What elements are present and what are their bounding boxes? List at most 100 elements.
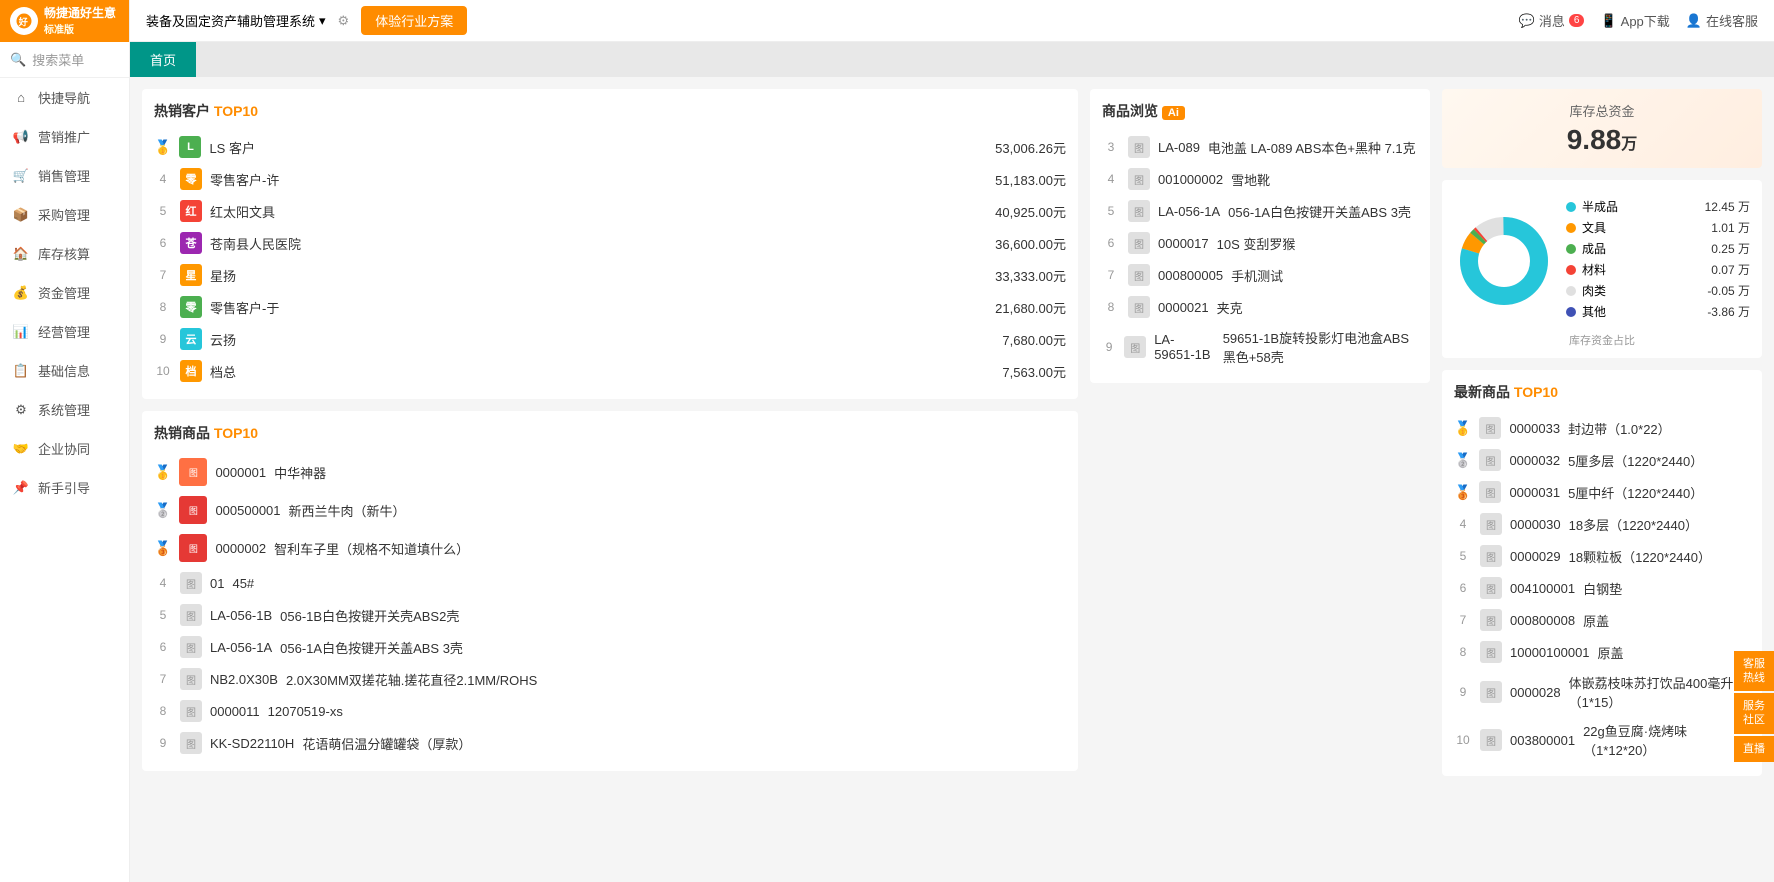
online-service-label: 在线客服 [1706,11,1758,30]
product-view-item: 9 图 LA-59651-1B 59651-1B旋转投影灯电池盒ABS黑色+58… [1102,323,1418,371]
rank-num: 4 [1102,172,1120,186]
basics-icon: 📋 [12,363,30,379]
customer-amount: 53,006.26元 [995,138,1066,157]
sidebar-nav: ⌂ 快捷导航 📢 营销推广 🛒 销售管理 📦 采购管理 🏠 库存核算 💰 资金管… [0,78,129,882]
product-view-item: 8 图 0000021 夹克 [1102,291,1418,323]
collab-icon: 🤝 [12,441,30,457]
product-code: 0000032 [1509,453,1560,468]
sidebar-item-quicknav[interactable]: ⌂ 快捷导航 [0,78,129,117]
rank-num: 4 [1454,517,1472,531]
product-code: 004100001 [1510,581,1575,596]
list-item: 7 星 星扬 33,333.00元 [154,259,1066,291]
logo-icon: 好 [10,7,38,35]
legend-value: 0.25 万 [1711,240,1750,257]
product-item: 7 图 NB2.0X30B 2.0X30MM双搓花轴.搓花直径2.1MM/ROH… [154,663,1066,695]
live-btn[interactable]: 直播 [1734,736,1774,762]
product-thumb: 图 [179,496,207,524]
sidebar-item-finance[interactable]: 💰 资金管理 [0,273,129,312]
app-download[interactable]: 📱 App下载 [1600,11,1669,30]
product-thumb: 图 [1479,417,1501,439]
sidebar-item-label: 新手引导 [38,478,90,497]
rank-num: 7 [154,672,172,686]
avatar: 苍 [180,232,202,254]
product-code: LA-59651-1B [1154,332,1214,362]
settings-icon[interactable]: ⚙ [338,13,350,29]
message-item[interactable]: 💬 消息 6 [1519,11,1585,30]
sidebar-item-label: 资金管理 [38,283,90,302]
legend-label: 半成品 [1582,198,1699,215]
system-title: 装备及固定资产辅助管理系统 [146,11,315,30]
product-thumb: 图 [1480,513,1502,535]
customer-amount: 40,925.00元 [995,202,1066,221]
sidebar-item-label: 快捷导航 [38,88,90,107]
list-item: 5 红 红太阳文具 40,925.00元 [154,195,1066,227]
finance-icon: 💰 [12,285,30,301]
product-code: 0000028 [1510,685,1561,700]
guide-icon: 📌 [12,480,30,496]
rank-num: 7 [154,268,172,282]
product-thumb: 图 [1124,336,1146,358]
sidebar-item-system[interactable]: ⚙ 系统管理 [0,390,129,429]
rank-num: 8 [1102,300,1120,314]
rank-num: 9 [154,332,172,346]
service-community-btn[interactable]: 服务社区 [1734,693,1774,734]
rank-num: 4 [154,172,172,186]
rank-num: 7 [1102,268,1120,282]
sidebar-item-marketing[interactable]: 📢 营销推广 [0,117,129,156]
tab-home[interactable]: 首页 [130,42,196,77]
product-code: 003800001 [1510,733,1575,748]
customer-amount: 21,680.00元 [995,298,1066,317]
hot-products-title: 热销商品 TOP10 [154,423,1066,443]
sidebar-item-inventory[interactable]: 🏠 库存核算 [0,234,129,273]
newest-item: 9 图 0000028 体嵌荔枝味苏打饮品400毫升（1*15） [1454,668,1750,716]
customer-amount: 51,183.00元 [995,170,1066,189]
sidebar-item-label: 库存核算 [38,244,90,263]
stock-total-card: 库存总资金 9.88万 [1442,89,1762,168]
rank-medal: 🥉 [1454,484,1471,501]
col-left: 热销客户 TOP10 🥇 L LS 客户 53,006.26元 4 零 零售客户… [142,89,1078,870]
product-thumb: 图 [1480,609,1502,631]
sidebar-item-operations[interactable]: 📊 经营管理 [0,312,129,351]
online-service[interactable]: 👤 在线客服 [1686,11,1758,30]
sidebar-item-basics[interactable]: 📋 基础信息 [0,351,129,390]
customer-name: 苍南县人民医院 [210,234,987,253]
sidebar-item-collab[interactable]: 🤝 企业协同 [0,429,129,468]
sidebar-logo: 好 畅捷通好生意 标准版 [0,0,129,42]
product-code: LA-056-1B [210,608,272,623]
product-name: 22g鱼豆腐·烧烤味（1*12*20） [1583,721,1750,759]
rank-num: 9 [154,736,172,750]
product-name: 18多层（1220*2440） [1569,515,1750,534]
product-thumb: 图 [1480,577,1502,599]
product-name: 新西兰牛肉（新牛） [289,501,406,520]
sidebar-search[interactable]: 🔍 搜索菜单 [0,42,129,78]
product-name: 原盖 [1598,643,1750,662]
customer-service-btn[interactable]: 客服热线 [1734,651,1774,692]
rank-medal: 🥇 [154,139,171,156]
newest-item: 🥈 图 0000032 5厘多层（1220*2440） [1454,444,1750,476]
newest-item: 10 图 003800001 22g鱼豆腐·烧烤味（1*12*20） [1454,716,1750,764]
product-name: 12070519-xs [268,704,343,719]
product-thumb: 图 [180,636,202,658]
sidebar-item-guide[interactable]: 📌 新手引导 [0,468,129,507]
rank-medal: 🥇 [154,464,171,481]
product-name: 5厘多层（1220*2440） [1568,451,1750,470]
product-code: 0000029 [1510,549,1561,564]
product-name: 18颗粒板（1220*2440） [1569,547,1750,566]
product-code: 000800008 [1510,613,1575,628]
system-title-dropdown[interactable]: 装备及固定资产辅助管理系统 ▾ [146,11,326,30]
rank-medal: 🥈 [154,502,171,519]
sidebar-item-label: 经营管理 [38,322,90,341]
experience-btn[interactable]: 体验行业方案 [361,6,467,35]
avatar: 星 [180,264,202,286]
sidebar-item-purchase[interactable]: 📦 采购管理 [0,195,129,234]
rank-num: 5 [154,204,172,218]
rank-num: 6 [1102,236,1120,250]
product-thumb: 图 [1128,168,1150,190]
list-item: 🥇 L LS 客户 53,006.26元 [154,131,1066,163]
product-thumb: 图 [180,668,202,690]
sidebar-item-sales[interactable]: 🛒 销售管理 [0,156,129,195]
list-item: 9 云 云扬 7,680.00元 [154,323,1066,355]
product-name: 原盖 [1583,611,1750,630]
chart-area: 半成品 12.45 万 文具 1.01 万 成品 0 [1454,198,1750,324]
product-code: 0000001 [215,465,266,480]
